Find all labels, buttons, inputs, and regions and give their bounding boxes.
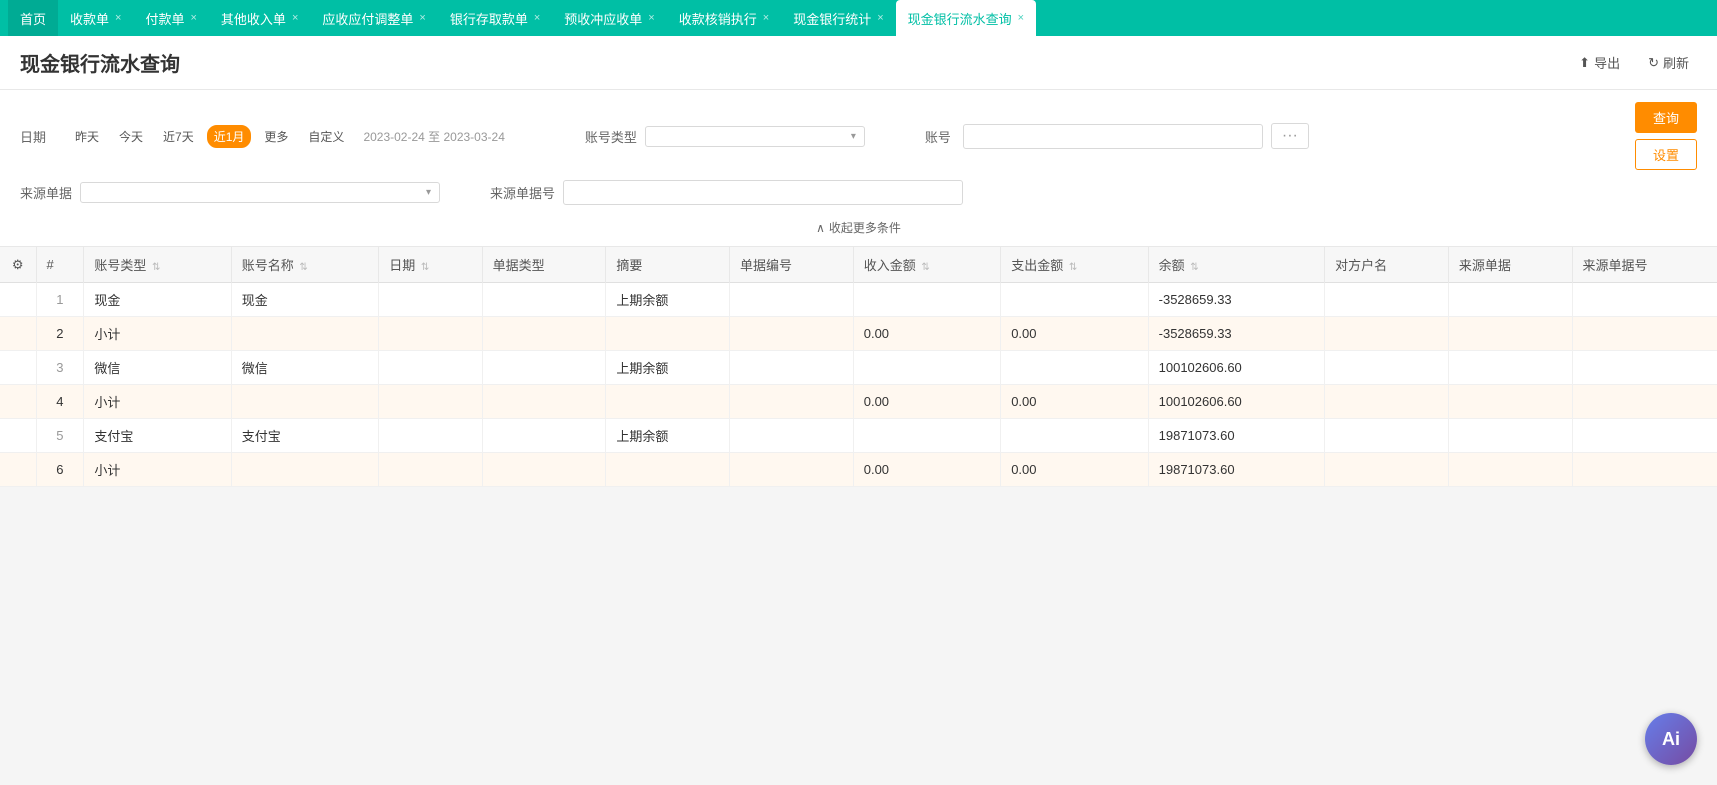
chevron-down-icon: ▾ [851,131,856,142]
balance-column-header[interactable]: 余额 ⇅ [1148,247,1324,283]
expense-column-header[interactable]: 支出金额 ⇅ [1001,247,1148,283]
table-header: ⚙ # 账号类型 ⇅ 账号名称 ⇅ 日期 ⇅ 单据类型 摘要 [0,247,1717,283]
summary-column-header: 摘要 [606,247,730,283]
data-table: ⚙ # 账号类型 ⇅ 账号名称 ⇅ 日期 ⇅ 单据类型 摘要 [0,247,1717,487]
date-filter: 日期 昨天 今天 近7天 近1月 更多 自定义 2023-02-24 至 202… [20,125,505,148]
sort-icon: ⇅ [421,262,429,273]
account-filter: 账号 ··· [925,123,1309,149]
filter-row-2: 来源单据 ▾ 来源单据号 [20,180,1697,205]
nav-tab-fukuandan[interactable]: 付款单 × [133,0,208,36]
gear-column-header[interactable]: ⚙ [0,247,36,283]
table-row: 2小计0.000.00-3528659.33 [0,317,1717,351]
source-doc-filter: 来源单据 ▾ [20,182,440,203]
account-name-column-header[interactable]: 账号名称 ⇅ [231,247,378,283]
counterparty-column-header: 对方户名 [1325,247,1449,283]
close-icon[interactable]: × [419,12,425,24]
sort-icon: ⇅ [1069,262,1077,273]
yesterday-btn[interactable]: 昨天 [68,125,106,148]
account-label: 账号 [925,127,955,146]
more-btn[interactable]: 更多 [257,125,295,148]
sort-icon: ⇅ [1190,262,1198,273]
table-row: 1现金现金上期余额-3528659.33 [0,283,1717,317]
filter-row-1: 日期 昨天 今天 近7天 近1月 更多 自定义 2023-02-24 至 202… [20,102,1697,170]
sort-icon: ⇅ [921,262,929,273]
ai-badge[interactable]: Ai [1645,713,1697,765]
nav-home[interactable]: 首页 [8,0,58,36]
source-doc-no-filter: 来源单据号 [490,180,963,205]
account-type-label: 账号类型 [585,127,637,146]
account-input[interactable] [963,124,1263,149]
table-body: 1现金现金上期余额-3528659.332小计0.000.00-3528659.… [0,283,1717,487]
sort-icon: ⇅ [152,262,160,273]
last7-btn[interactable]: 近7天 [156,125,201,148]
page-header: 现金银行流水查询 ⬆ 导出 ↻ 刷新 [0,36,1717,90]
nav-tab-qitashouru[interactable]: 其他收入单 × [209,0,310,36]
export-button[interactable]: ⬆ 导出 [1571,49,1628,76]
income-column-header[interactable]: 收入金额 ⇅ [853,247,1000,283]
table-container: ⚙ # 账号类型 ⇅ 账号名称 ⇅ 日期 ⇅ 单据类型 摘要 [0,247,1717,487]
source-doc-no-column-header: 来源单据号 [1572,247,1717,283]
close-icon[interactable]: × [763,12,769,24]
source-doc-select[interactable]: ▾ [80,182,440,203]
nav-tab-shoukuandan[interactable]: 收款单 × [58,0,133,36]
close-icon[interactable]: × [1018,12,1024,24]
account-type-column-header[interactable]: 账号类型 ⇅ [84,247,231,283]
table-row: 3微信微信上期余额100102606.60 [0,351,1717,385]
close-icon[interactable]: × [648,12,654,24]
source-doc-no-input[interactable] [563,180,963,205]
action-buttons: 查询 设置 [1635,102,1697,170]
custom-btn[interactable]: 自定义 [301,125,351,148]
page-title: 现金银行流水查询 [20,48,180,77]
doc-type-column-header: 单据类型 [482,247,606,283]
table-row: 6小计0.000.0019871073.60 [0,453,1717,487]
nav-tab-shoukuanhexiao[interactable]: 收款核销执行 × [667,0,781,36]
chevron-down-icon: ▾ [426,187,431,198]
source-doc-label: 来源单据 [20,183,72,202]
close-icon[interactable]: × [115,12,121,24]
nav-tab-xianjinyinhang[interactable]: 现金银行统计 × [781,0,895,36]
date-column-header[interactable]: 日期 ⇅ [379,247,482,283]
refresh-button[interactable]: ↻ 刷新 [1640,49,1697,76]
collapse-bar[interactable]: ∧ 收起更多条件 [20,215,1697,238]
nav-tab-yingshouyingfu[interactable]: 应收应付调整单 × [310,0,437,36]
close-icon[interactable]: × [292,12,298,24]
today-btn[interactable]: 今天 [112,125,150,148]
query-button[interactable]: 查询 [1635,102,1697,133]
date-range: 2023-02-24 至 2023-03-24 [363,128,504,145]
date-label: 日期 [20,127,60,146]
doc-no-column-header: 单据编号 [730,247,854,283]
table-row: 5支付宝支付宝上期余额19871073.60 [0,419,1717,453]
last1m-btn[interactable]: 近1月 [207,125,252,148]
nav-tab-yushou[interactable]: 预收冲应收单 × [552,0,666,36]
top-nav: 首页 收款单 × 付款单 × 其他收入单 × 应收应付调整单 × 银行存取款单 … [0,0,1717,36]
header-actions: ⬆ 导出 ↻ 刷新 [1571,49,1697,76]
account-dots-button[interactable]: ··· [1271,123,1309,149]
table-row: 4小计0.000.00100102606.60 [0,385,1717,419]
date-shortcuts: 昨天 今天 近7天 近1月 更多 自定义 [68,125,351,148]
settings-button[interactable]: 设置 [1635,139,1697,170]
account-type-select[interactable]: ▾ [645,126,865,147]
source-doc-column-header: 来源单据 [1448,247,1572,283]
nav-tab-yinhangcunqu[interactable]: 银行存取款单 × [438,0,552,36]
nav-tab-liushui[interactable]: 现金银行流水查询 × [896,0,1036,36]
close-icon[interactable]: × [877,12,883,24]
source-doc-no-label: 来源单据号 [490,183,555,202]
filter-area: 日期 昨天 今天 近7天 近1月 更多 自定义 2023-02-24 至 202… [0,90,1717,247]
idx-column-header: # [36,247,84,283]
account-type-filter: 账号类型 ▾ [585,126,865,147]
sort-icon: ⇅ [299,262,307,273]
refresh-icon: ↻ [1648,55,1659,71]
export-icon: ⬆ [1579,55,1590,71]
close-icon[interactable]: × [534,12,540,24]
close-icon[interactable]: × [190,12,196,24]
collapse-icon: ∧ [816,221,825,235]
